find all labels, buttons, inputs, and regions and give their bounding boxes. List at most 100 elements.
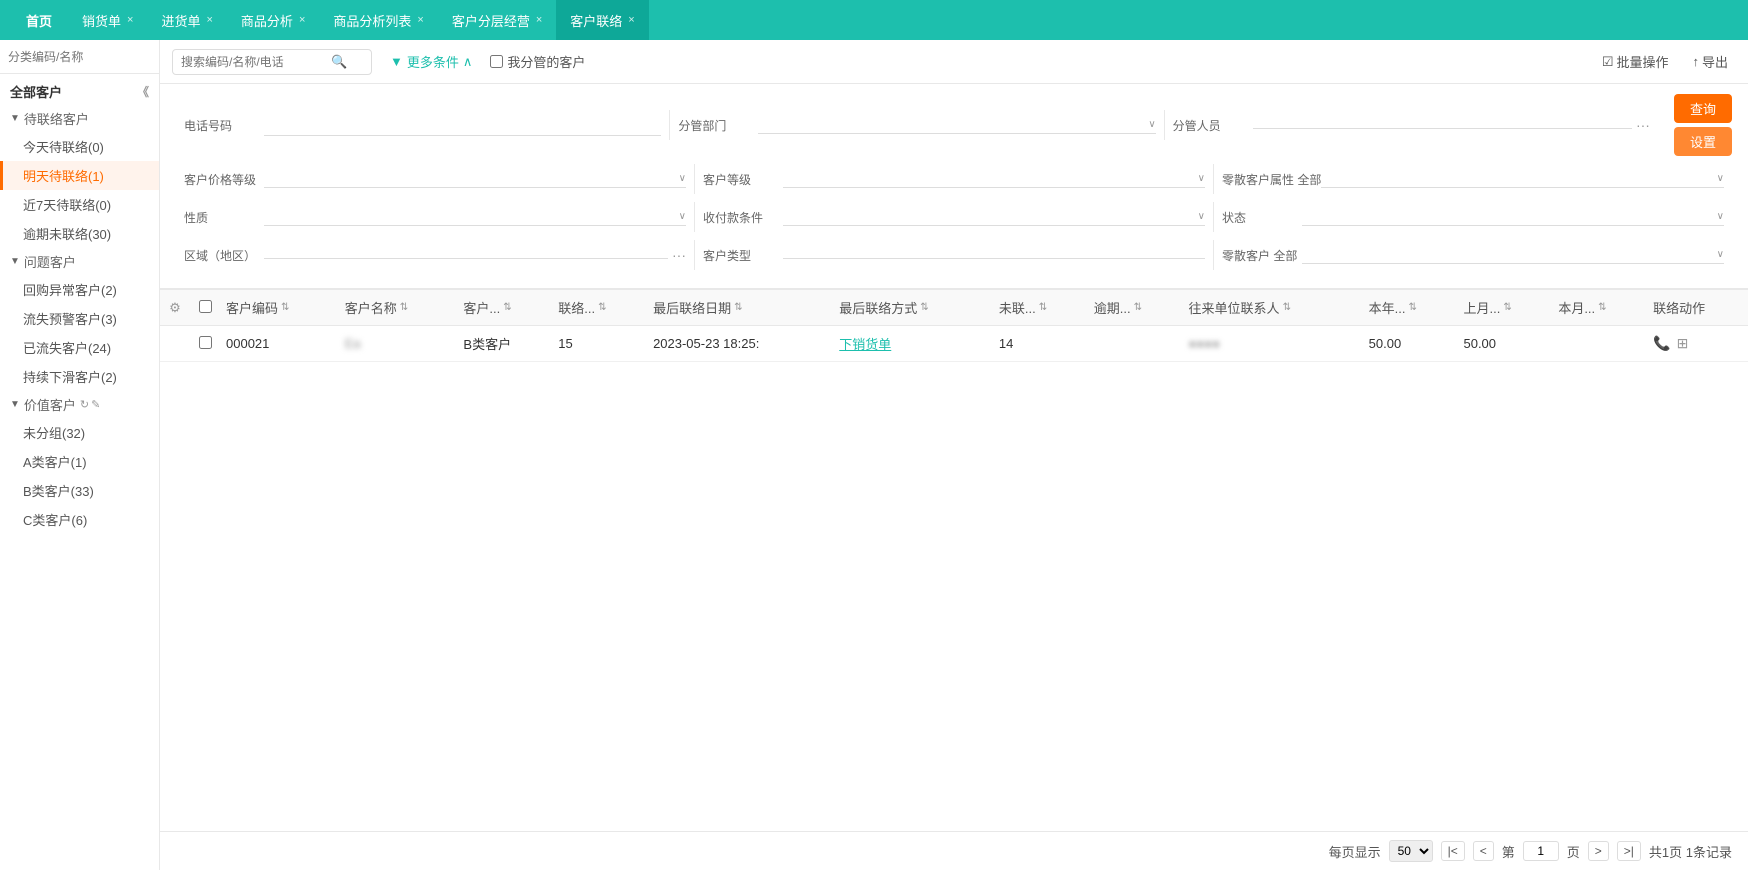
nav-sales-order[interactable]: 销货单 × (68, 0, 147, 40)
status-select[interactable]: ∨ (1302, 208, 1724, 226)
sort-code-icon[interactable]: ⇅ (281, 302, 289, 313)
sort-last-month-icon[interactable]: ⇅ (1503, 302, 1511, 313)
batch-op-button[interactable]: ☑ 批量操作 (1594, 48, 1677, 75)
action-phone-icon[interactable]: 📞 (1653, 335, 1670, 352)
nav-customer-contact[interactable]: 客户联络 × (556, 0, 648, 40)
row-settings (160, 326, 190, 362)
type-c-label: C类客户(6) (23, 513, 87, 528)
sort-count-icon[interactable]: ⇅ (598, 302, 606, 313)
sidebar-item-tomorrow-label: 明天待联络(1) (23, 169, 104, 184)
query-button[interactable]: 查询 (1674, 94, 1732, 123)
value-edit-icon[interactable]: ✎ (91, 398, 100, 411)
page-end-label: 页 (1567, 842, 1580, 861)
sort-no-contact-icon[interactable]: ⇅ (1039, 302, 1047, 313)
nav-product-analysis[interactable]: 商品分析 × (227, 0, 319, 40)
sort-method-icon[interactable]: ⇅ (920, 302, 928, 313)
sidebar-item-type-a[interactable]: A类客户(1) (0, 447, 159, 476)
region-select[interactable] (264, 252, 668, 259)
region-more-icon[interactable]: ··· (672, 247, 686, 263)
col-no-contact: 未联...⇅ (993, 290, 1088, 326)
nav-customer-layering[interactable]: 客户分层经营 × (438, 0, 556, 40)
next-page-button[interactable]: > (1588, 841, 1609, 861)
sidebar-item-ungrouped[interactable]: 未分组(32) (0, 418, 159, 447)
retail-select[interactable]: ∨ (1302, 246, 1724, 264)
sidebar-item-repurchase-abnormal[interactable]: 回购异常客户(2) (0, 275, 159, 304)
manager-select[interactable] (1253, 122, 1632, 129)
phone-input[interactable] (264, 115, 661, 136)
page-input[interactable] (1523, 841, 1559, 861)
sidebar-collapse-icon[interactable]: 《 (137, 83, 149, 100)
sidebar-item-type-b[interactable]: B类客户(33) (0, 476, 159, 505)
price-level-select[interactable]: ∨ (264, 170, 686, 188)
row-last-method[interactable]: 下销货单 (833, 326, 993, 362)
row-checkbox[interactable] (199, 336, 212, 349)
nav-purchase-close[interactable]: × (206, 14, 212, 26)
nav-customer-contact-close[interactable]: × (628, 14, 634, 26)
prev-page-button[interactable]: < (1473, 841, 1494, 861)
row-last-month: 50.00 (1457, 326, 1552, 362)
nav-customer-contact-label: 客户联络 (570, 11, 622, 30)
sidebar-group-pending[interactable]: ▼ 待联络客户 (0, 105, 159, 132)
nature-select[interactable]: ∨ (264, 208, 686, 226)
select-all-checkbox[interactable] (199, 300, 212, 313)
nav-product-analysis-list[interactable]: 商品分析列表 × (319, 0, 437, 40)
nav-sales-close[interactable]: × (127, 14, 133, 26)
sort-name-icon[interactable]: ⇅ (400, 302, 408, 313)
customer-level-select[interactable]: ∨ (783, 170, 1205, 188)
dept-select[interactable]: ∨ (758, 116, 1155, 134)
filter-search-box: 🔍 (172, 49, 372, 75)
first-page-button[interactable]: |< (1441, 841, 1465, 861)
row-last-method-link[interactable]: 下销货单 (839, 337, 891, 352)
col-overdue: 逾期...⇅ (1088, 290, 1183, 326)
sort-date-icon[interactable]: ⇅ (734, 302, 742, 313)
price-level-label: 客户价格等级 (184, 171, 264, 188)
sort-year-icon[interactable]: ⇅ (1409, 302, 1417, 313)
my-customer-checkbox[interactable]: 我分管的客户 (490, 52, 585, 71)
export-button[interactable]: ↑ 导出 (1684, 48, 1736, 75)
filter-action-btns: 查询 设置 (1674, 94, 1732, 156)
sidebar-search-input[interactable] (8, 50, 160, 64)
sidebar-group-value[interactable]: ▼ 价值客户 ↻ ✎ (0, 391, 159, 418)
row-actions: 📞 ⊞ (1647, 326, 1748, 362)
filter-cell-phone: 电话号码 (176, 115, 669, 136)
sidebar-item-tomorrow[interactable]: 明天待联络(1) (0, 161, 159, 190)
sidebar-item-overdue[interactable]: 逾期未联络(30) (0, 219, 159, 248)
nav-customer-layer-close[interactable]: × (536, 14, 542, 26)
manager-more-icon[interactable]: ··· (1636, 117, 1650, 133)
filter-panel: 电话号码 分管部门 ∨ 分管人员 ··· (160, 84, 1748, 289)
nav-home[interactable]: 首页 (10, 0, 68, 40)
action-grid-icon[interactable]: ⊞ (1677, 335, 1689, 352)
reset-button[interactable]: 设置 (1674, 127, 1732, 156)
col-settings[interactable]: ⚙ (160, 290, 190, 326)
col-this-month: 本月...⇅ (1552, 290, 1647, 326)
nav-purchase-order[interactable]: 进货单 × (147, 0, 226, 40)
customer-type-select[interactable] (783, 252, 1205, 259)
sort-overdue-icon[interactable]: ⇅ (1134, 302, 1142, 313)
more-filter-button[interactable]: ▼ 更多条件 ∧ (382, 48, 480, 75)
sidebar-item-7days[interactable]: 近7天待联络(0) (0, 190, 159, 219)
sidebar-item-churn-warning[interactable]: 流失预警客户(3) (0, 304, 159, 333)
payment-select[interactable]: ∨ (783, 208, 1205, 226)
page-size-select[interactable]: 50 (1389, 840, 1433, 862)
sidebar-item-type-c[interactable]: C类客户(6) (0, 505, 159, 534)
sidebar-item-declining[interactable]: 持续下滑客户(2) (0, 362, 159, 391)
filter-search-input[interactable] (181, 55, 331, 69)
last-page-button[interactable]: >| (1617, 841, 1641, 861)
sidebar-item-today[interactable]: 今天待联络(0) (0, 132, 159, 161)
nav-product-close[interactable]: × (299, 14, 305, 26)
sort-type-icon[interactable]: ⇅ (503, 302, 511, 313)
retail-attr-select[interactable]: ∨ (1321, 170, 1724, 188)
my-customer-check[interactable] (490, 55, 503, 68)
sort-this-month-icon[interactable]: ⇅ (1598, 302, 1606, 313)
sort-person-icon[interactable]: ⇅ (1283, 302, 1291, 313)
customer-table: ⚙ 客户编码⇅ 客户名称⇅ 客户...⇅ 联络...⇅ 最后联络日期⇅ 最后联络… (160, 289, 1748, 362)
col-checkbox[interactable] (190, 290, 220, 326)
sidebar: 🔍 全部客户 《 ▼ 待联络客户 今天待联络(0) 明天待联络(1) 近7天待联… (0, 40, 160, 870)
filter-search-button[interactable]: 🔍 (331, 54, 347, 70)
nav-product-list-close[interactable]: × (417, 14, 423, 26)
sidebar-group-problem[interactable]: ▼ 问题客户 (0, 248, 159, 275)
nature-label: 性质 (184, 209, 264, 226)
sidebar-item-churned[interactable]: 已流失客户(24) (0, 333, 159, 362)
value-refresh-icon[interactable]: ↻ (80, 398, 89, 411)
row-name-blurred: Ea (345, 336, 361, 351)
